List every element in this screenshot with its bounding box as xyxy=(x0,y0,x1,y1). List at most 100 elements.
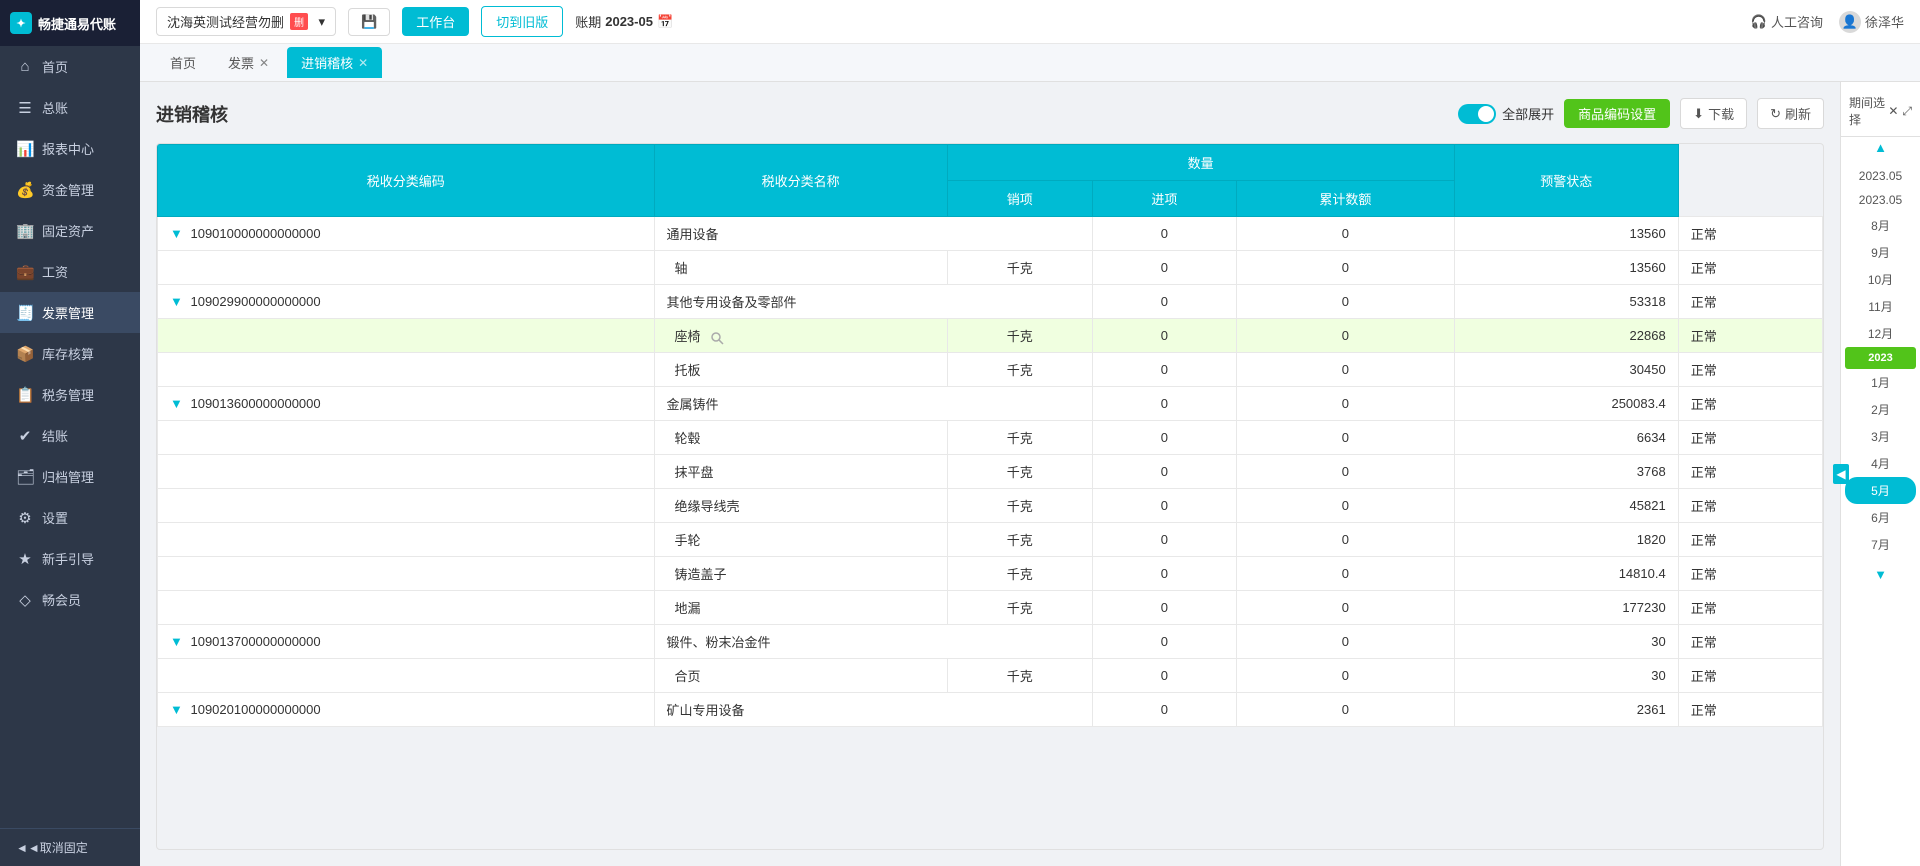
period-label: 账期 xyxy=(575,12,601,31)
home-icon: ⌂ xyxy=(16,58,34,75)
period-year-label[interactable]: 2023 xyxy=(1845,347,1916,369)
expand-switch[interactable] xyxy=(1458,104,1496,124)
period-month-item[interactable]: 9月 xyxy=(1845,239,1916,266)
sidebar-label-stock: 库存核算 xyxy=(42,344,94,363)
expand-panel-button[interactable]: ⤢ xyxy=(1902,104,1912,119)
period-month-active[interactable]: 5月 xyxy=(1845,477,1916,504)
tab-invoice[interactable]: 发票 ✕ xyxy=(214,47,283,78)
product-code-settings-button[interactable]: 商品编码设置 xyxy=(1564,99,1670,128)
table-row-unit: 千克 xyxy=(947,319,1092,353)
table-row-status: 正常 xyxy=(1678,591,1822,625)
sidebar-item-stock[interactable]: 📦 库存核算 xyxy=(0,333,140,374)
period-month-item[interactable]: 10月 xyxy=(1845,266,1916,293)
collapse-panel-button[interactable]: ◀ xyxy=(1833,464,1849,484)
tab-home[interactable]: 首页 xyxy=(156,47,210,78)
scroll-down-button[interactable]: ▼ xyxy=(1841,564,1920,585)
table-row-name: 轮毂 xyxy=(654,421,947,455)
unpin-sidebar-button[interactable]: ◄◄取消固定 xyxy=(0,828,140,866)
sidebar-item-ledger[interactable]: ☰ 总账 xyxy=(0,87,140,128)
table-row-name: 抹平盘 xyxy=(654,455,947,489)
search-cell-button[interactable] xyxy=(710,329,724,344)
period-month-item[interactable]: 2月 xyxy=(1845,396,1916,423)
sidebar-item-salary[interactable]: 💼 工资 xyxy=(0,251,140,292)
period-display: 账期 2023-05 📅 xyxy=(575,12,673,31)
table-row-name: 锻件、粉末冶金件 xyxy=(654,625,1092,659)
sidebar-item-checkout[interactable]: ✔ 结账 xyxy=(0,415,140,456)
user-info[interactable]: 👤 徐泽华 xyxy=(1839,11,1904,33)
period-month-item[interactable]: 7月 xyxy=(1845,531,1916,558)
tree-toggle-icon[interactable]: ▼ xyxy=(170,634,183,649)
switch-version-button[interactable]: 切到旧版 xyxy=(481,6,563,37)
table-row-total: 30 xyxy=(1454,625,1678,659)
page-content: 进销稽核 全部展开 商品编码设置 ⬇ 下载 ↻ 刷新 xyxy=(140,82,1920,866)
table-row-sales: 0 xyxy=(1092,319,1236,353)
table-row-code: ▼ 109013700000000000 xyxy=(158,625,655,659)
topbar: 沈海英测试经营勿删 删 ▾ 💾 工作台 切到旧版 账期 2023-05 📅 🎧 … xyxy=(140,0,1920,44)
workbench-button[interactable]: 工作台 xyxy=(402,7,469,36)
period-month-item[interactable]: 1月 xyxy=(1845,369,1916,396)
main-area: 沈海英测试经营勿删 删 ▾ 💾 工作台 切到旧版 账期 2023-05 📅 🎧 … xyxy=(140,0,1920,866)
table-row-total: 6634 xyxy=(1454,421,1678,455)
sidebar-item-member[interactable]: ◇ 畅会员 xyxy=(0,579,140,620)
table-row-total: 177230 xyxy=(1454,591,1678,625)
table-row-sales: 0 xyxy=(1092,591,1236,625)
table-row-total: 13560 xyxy=(1454,251,1678,285)
ledger-icon: ☰ xyxy=(16,99,34,117)
user-icon: 👤 xyxy=(1839,11,1861,33)
sidebar-item-assets[interactable]: 🏢 固定资产 xyxy=(0,210,140,251)
period-month-item[interactable]: 8月 xyxy=(1845,212,1916,239)
sidebar-item-invoice[interactable]: 🧾 发票管理 xyxy=(0,292,140,333)
th-sales: 销项 xyxy=(947,181,1092,217)
table-row-code xyxy=(158,319,655,353)
period-month-item[interactable]: 12月 xyxy=(1845,320,1916,347)
sidebar-label-member: 畅会员 xyxy=(42,590,81,609)
save-button[interactable]: 💾 xyxy=(348,8,390,36)
table-row-status: 正常 xyxy=(1678,523,1822,557)
table-row-sales: 0 xyxy=(1092,659,1236,693)
table-row-code xyxy=(158,489,655,523)
period-month-item[interactable]: 2023.05 xyxy=(1845,164,1916,188)
scroll-up-button[interactable]: ▲ xyxy=(1841,137,1920,158)
download-button[interactable]: ⬇ 下载 xyxy=(1680,98,1747,129)
table-row-unit: 千克 xyxy=(947,523,1092,557)
company-selector[interactable]: 沈海英测试经营勿删 删 ▾ xyxy=(156,7,336,36)
period-month-item[interactable]: 2023.05 xyxy=(1845,188,1916,212)
tab-reconcile-close[interactable]: ✕ xyxy=(358,56,368,70)
period-month-item[interactable]: 4月 xyxy=(1845,450,1916,477)
tree-toggle-icon[interactable]: ▼ xyxy=(170,294,183,309)
sidebar-item-tax[interactable]: 📋 税务管理 xyxy=(0,374,140,415)
refresh-button[interactable]: ↻ 刷新 xyxy=(1757,98,1824,129)
settings-icon: ⚙ xyxy=(16,509,34,527)
tab-invoice-close[interactable]: ✕ xyxy=(259,56,269,70)
sidebar-item-settings[interactable]: ⚙ 设置 xyxy=(0,497,140,538)
help-button[interactable]: 🎧 人工咨询 xyxy=(1751,12,1823,31)
calendar-icon[interactable]: 📅 xyxy=(657,14,673,30)
tree-toggle-icon[interactable]: ▼ xyxy=(170,396,183,411)
table-row-status: 正常 xyxy=(1678,659,1822,693)
user-name: 徐泽华 xyxy=(1865,12,1904,31)
tree-toggle-icon[interactable]: ▼ xyxy=(170,226,183,241)
sidebar-item-home[interactable]: ⌂ 首页 xyxy=(0,46,140,87)
table-row-status: 正常 xyxy=(1678,693,1822,727)
period-month-item[interactable]: 3月 xyxy=(1845,423,1916,450)
sidebar-item-archive[interactable]: 🗂 归档管理 xyxy=(0,456,140,497)
table-row-total: 53318 xyxy=(1454,285,1678,319)
app-logo: ✦ 畅捷通易代账 xyxy=(0,0,140,46)
table-row-status: 正常 xyxy=(1678,489,1822,523)
tab-invoice-label: 发票 xyxy=(228,53,254,72)
table-row-code xyxy=(158,353,655,387)
expand-all-toggle[interactable]: 全部展开 xyxy=(1458,104,1554,124)
period-month-item[interactable]: 6月 xyxy=(1845,504,1916,531)
period-month-item[interactable]: 11月 xyxy=(1845,293,1916,320)
table-row-purchase: 0 xyxy=(1236,591,1454,625)
sidebar: ✦ 畅捷通易代账 ⌂ 首页 ☰ 总账 📊 报表中心 💰 资金管理 🏢 固定资产 … xyxy=(0,0,140,866)
sidebar-item-capital[interactable]: 💰 资金管理 xyxy=(0,169,140,210)
sidebar-label-assets: 固定资产 xyxy=(42,221,94,240)
tree-toggle-icon[interactable]: ▼ xyxy=(170,702,183,717)
close-panel-button[interactable]: ✕ xyxy=(1888,104,1898,119)
table-row-sales: 0 xyxy=(1092,455,1236,489)
tab-reconcile[interactable]: 进销稽核 ✕ xyxy=(287,47,382,78)
sidebar-item-guide[interactable]: ★ 新手引导 xyxy=(0,538,140,579)
table-row-code: ▼ 109010000000000000 xyxy=(158,217,655,251)
sidebar-item-report[interactable]: 📊 报表中心 xyxy=(0,128,140,169)
